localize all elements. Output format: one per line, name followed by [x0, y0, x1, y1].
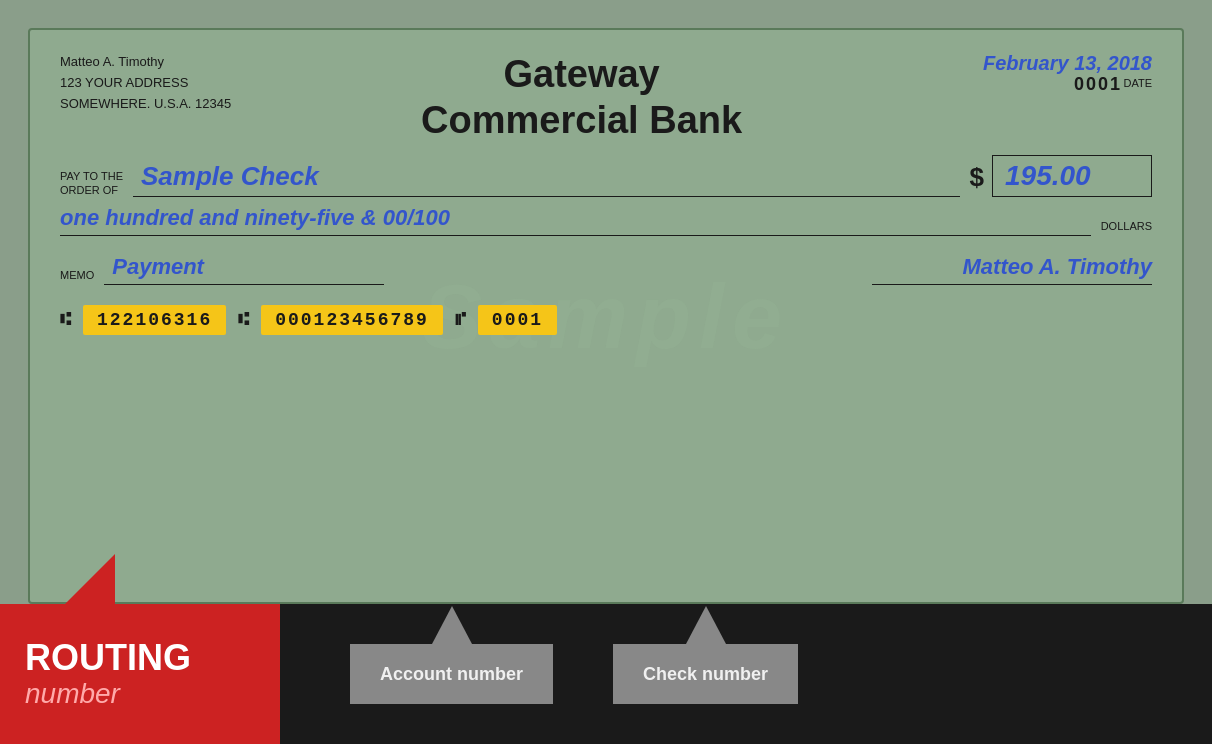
micr-open-transit: ⑆ — [60, 310, 71, 330]
dollars-label: DOLLARS — [1091, 220, 1152, 236]
payer-address2: SOMEWHERE. U.S.A. 12345 — [60, 94, 231, 115]
payer-info: Matteo A. Timothy 123 YOUR ADDRESS SOMEW… — [60, 52, 231, 114]
memo-section: MEMO Payment — [60, 254, 872, 285]
account-number-label-text: Account number — [380, 664, 523, 685]
pay-to-name: Sample Check — [141, 161, 319, 191]
written-amount-text: one hundred and ninety-five & 00/100 — [60, 205, 450, 230]
memo-label: MEMO — [60, 269, 94, 285]
memo-line: Payment — [104, 254, 384, 285]
pay-to-line: Sample Check — [133, 161, 960, 197]
check-number-top: 0001 — [1074, 74, 1122, 95]
amount-box-section: $ 195.00 — [970, 155, 1152, 197]
micr-line: ⑆ 122106316 ⑆ 000123456789 ⑈ 0001 — [60, 305, 1152, 335]
dollar-sign: $ — [970, 162, 984, 197]
check: 0001 Matteo A. Timothy 123 YOUR ADDRESS … — [28, 28, 1184, 604]
amount-box: 195.00 — [992, 155, 1152, 197]
written-amount-section: one hundred and ninety-five & 00/100 DOL… — [60, 205, 1152, 236]
signature-value: Matteo A. Timothy — [963, 254, 1152, 279]
signature-section: Matteo A. Timothy — [872, 254, 1152, 285]
amount-value: 195.00 — [1005, 160, 1091, 191]
memo-value: Payment — [112, 254, 204, 279]
micr-routing: 122106316 — [83, 305, 226, 335]
account-number-label: Account number — [350, 644, 553, 704]
bank-name: Gateway Commercial Bank — [251, 52, 912, 143]
routing-label: ROUTING number — [0, 604, 280, 744]
check-number-label-text: Check number — [643, 664, 768, 685]
memo-signature-section: MEMO Payment Matteo A. Timothy — [60, 254, 1152, 285]
pay-to-section: PAY TO THE ORDER OF Sample Check $ 195.0… — [60, 155, 1152, 197]
payer-address1: 123 YOUR ADDRESS — [60, 73, 231, 94]
routing-subtitle: number — [25, 678, 120, 710]
micr-onus: ⑈ — [455, 310, 466, 330]
check-header: Matteo A. Timothy 123 YOUR ADDRESS SOMEW… — [60, 52, 1152, 143]
date-value: February 13, 2018 — [932, 52, 1152, 75]
check-number-label: Check number — [613, 644, 798, 704]
payer-name: Matteo A. Timothy — [60, 52, 231, 73]
micr-close-transit: ⑆ — [238, 310, 249, 330]
bottom-area: ROUTING number Account number Check numb… — [0, 604, 1212, 744]
routing-title: ROUTING — [25, 638, 191, 678]
micr-check-number: 0001 — [478, 305, 557, 335]
written-amount-line: one hundred and ninety-five & 00/100 — [60, 205, 1091, 236]
background: 0001 Matteo A. Timothy 123 YOUR ADDRESS … — [0, 0, 1212, 744]
micr-account: 000123456789 — [261, 305, 443, 335]
bank-name-text: Gateway Commercial Bank — [251, 52, 912, 143]
pay-to-label: PAY TO THE ORDER OF — [60, 169, 123, 198]
